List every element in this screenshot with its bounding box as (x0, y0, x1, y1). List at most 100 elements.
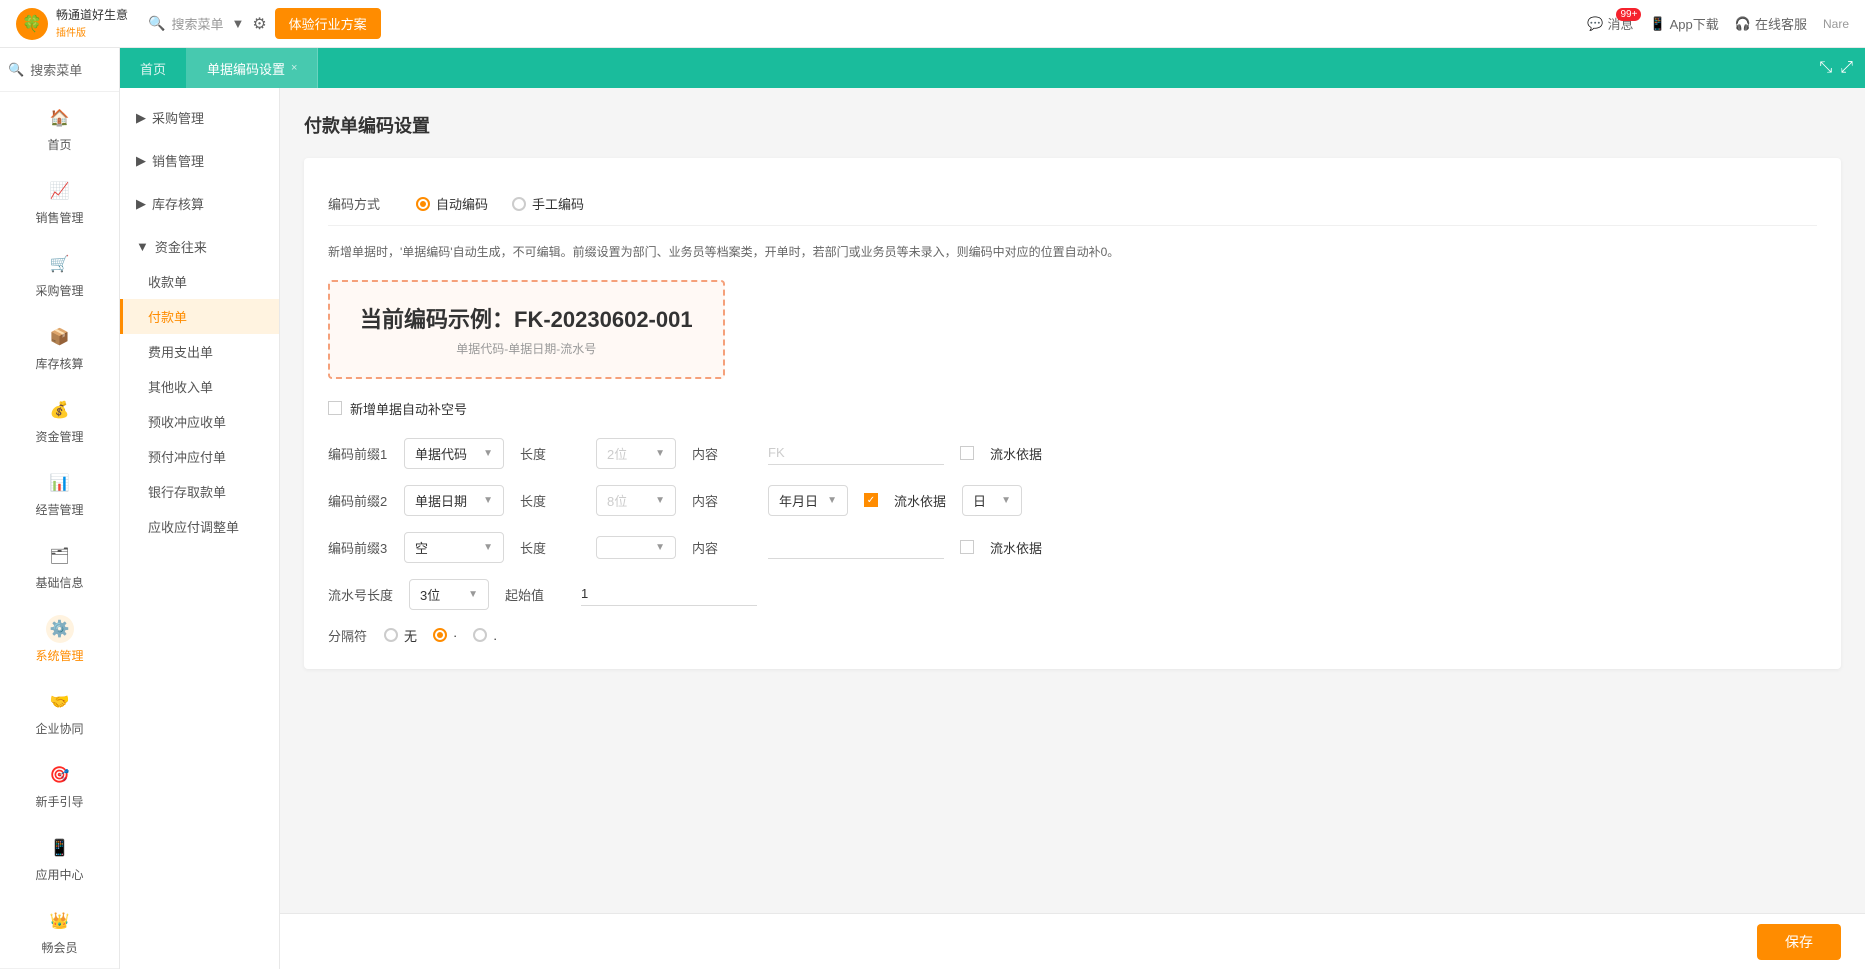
separator-label: 分隔符 (328, 626, 368, 645)
group-inventory-title[interactable]: ▶ 库存核算 (120, 186, 279, 221)
prefix2-unit-chevron: ▼ (1001, 495, 1011, 506)
sidebar-purchase-label: 采购管理 (35, 282, 83, 299)
tab-maximize-btn[interactable]: ⤢ (1840, 59, 1853, 77)
group-purchase: ▶ 采购管理 (120, 96, 279, 139)
search-menu-label: 搜索菜单 (171, 14, 223, 33)
prefix3-serial-check[interactable] (960, 540, 974, 554)
sidebar-item-base[interactable]: 🗂 基础信息 (0, 530, 119, 603)
online-service-btn[interactable]: 🎧 在线客服 (1735, 14, 1807, 33)
sales-icon: 📈 (46, 177, 74, 205)
prefix2-serial-unit-select[interactable]: 日 ▼ (962, 485, 1022, 516)
save-button[interactable]: 保存 (1757, 924, 1841, 960)
sub-item-prepay-payment[interactable]: 预付冲应付单 (120, 439, 279, 474)
tab-close-btn[interactable]: × (291, 62, 297, 74)
prefix3-select[interactable]: 空 ▼ (404, 532, 504, 563)
tab-restore-btn[interactable]: ⤡ (1819, 59, 1832, 77)
sidebar-item-member[interactable]: 👑 畅会员 (0, 895, 119, 968)
tab-setting[interactable]: 单据编码设置 × (187, 48, 318, 88)
sidebar-item-guide[interactable]: 🎯 新手引导 (0, 749, 119, 822)
prefix2-serial-check[interactable]: ✓ (864, 493, 878, 507)
prefix3-value: 空 (415, 538, 428, 557)
serial-length-select[interactable]: 3位 ▼ (409, 579, 489, 610)
serial-length-value: 3位 (420, 585, 440, 604)
prefix2-value: 单据日期 (415, 491, 467, 510)
user-name[interactable]: Nare (1823, 17, 1849, 31)
sub-item-payment[interactable]: 付款单 (120, 299, 279, 334)
sub-item-bank-deposit[interactable]: 银行存取款单 (120, 474, 279, 509)
sidebar-base-label: 基础信息 (35, 574, 83, 591)
group-inventory-label: 库存核算 (152, 194, 204, 213)
auto-encoding-option[interactable]: 自动编码 (416, 194, 488, 213)
main-area: 首页 单据编码设置 × ⤡ ⤢ ▶ 采购管理 (120, 48, 1865, 969)
prefix3-length-select[interactable]: ▼ (596, 536, 676, 559)
sub-item-payment-label: 付款单 (148, 310, 187, 325)
prefix1-serial-check[interactable] (960, 446, 974, 460)
tab-right-actions: ⤡ ⤢ (1819, 59, 1865, 77)
member-icon: 👑 (46, 907, 74, 935)
sub-item-expense-label: 费用支出单 (148, 345, 213, 360)
sidebar-item-home[interactable]: 🏠 首页 (0, 92, 119, 165)
sidebar-item-operations[interactable]: 📊 经营管理 (0, 457, 119, 530)
encoding-type-row: 编码方式 自动编码 手工编码 (328, 182, 1817, 226)
separator-dash-option[interactable]: . (473, 626, 497, 645)
group-sales-title[interactable]: ▶ 销售管理 (120, 143, 279, 178)
encoding-type-label: 编码方式 (328, 194, 380, 213)
sub-item-other-income[interactable]: 其他收入单 (120, 369, 279, 404)
topbar-dropdown[interactable]: ▼ (231, 16, 244, 31)
manual-encoding-option[interactable]: 手工编码 (512, 194, 584, 213)
prefix1-length-select[interactable]: 2位 ▼ (596, 438, 676, 469)
separator-none-radio[interactable] (384, 628, 398, 642)
prefix2-select[interactable]: 单据日期 ▼ (404, 485, 504, 516)
sub-item-expense[interactable]: 费用支出单 (120, 334, 279, 369)
group-finance-title[interactable]: ▼ 资金往来 (120, 229, 279, 264)
separator-none-option[interactable]: 无 (384, 626, 417, 645)
prefix2-serial-unit-value: 日 (973, 491, 986, 510)
prefix2-row: 编码前缀2 单据日期 ▼ 长度 8位 ▼ 内容 (328, 485, 1817, 516)
prefix3-label: 编码前缀3 (328, 538, 388, 557)
prefix1-length-label: 长度 (520, 444, 580, 463)
sidebar-search[interactable]: 🔍 搜索菜单 (0, 48, 119, 92)
sidebar-sales-label: 销售管理 (35, 209, 83, 226)
sidebar-item-sales[interactable]: 📈 销售管理 (0, 165, 119, 238)
info-text: 新增单据时，'单据编码'自动生成，不可编辑。前缀设置为部门、业务员等档案类，开单… (328, 242, 1817, 264)
sub-item-receipt[interactable]: 收款单 (120, 264, 279, 299)
sidebar-item-system[interactable]: ⚙️ 系统管理 (0, 603, 119, 676)
sidebar-item-purchase[interactable]: 🛒 采购管理 (0, 238, 119, 311)
sub-item-ap-adjust[interactable]: 应收应付调整单 (120, 509, 279, 544)
sidebar-item-apps[interactable]: 📱 应用中心 (0, 822, 119, 895)
prefix2-chevron: ▼ (483, 495, 493, 506)
manual-encoding-radio[interactable] (512, 197, 526, 211)
online-service-label: 在线客服 (1755, 14, 1807, 33)
prefix1-select[interactable]: 单据代码 ▼ (404, 438, 504, 469)
prefix2-length-select[interactable]: 8位 ▼ (596, 485, 676, 516)
prefix1-content-input[interactable] (768, 441, 944, 465)
separator-dash-radio[interactable] (473, 628, 487, 642)
app-download-btn[interactable]: 📱 App下载 (1649, 14, 1718, 33)
prefix2-content-select[interactable]: 年月日 ▼ (768, 485, 848, 516)
home-icon: 🏠 (46, 104, 74, 132)
app-icon: 📱 (1649, 16, 1665, 32)
sidebar-item-finance[interactable]: 💰 资金管理 (0, 384, 119, 457)
tab-home[interactable]: 首页 (120, 48, 187, 88)
search-area[interactable]: 🔍 搜索菜单 (148, 14, 223, 33)
auto-fill-checkbox[interactable] (328, 401, 342, 415)
prefix3-chevron: ▼ (483, 542, 493, 553)
message-btn[interactable]: 💬 消息 99+ (1587, 14, 1633, 33)
sidebar-item-enterprise[interactable]: 🤝 企业协同 (0, 676, 119, 749)
separator-dot-option[interactable]: · (433, 626, 457, 645)
group-inventory-arrow: ▶ (136, 196, 146, 212)
separator-dot-radio[interactable] (433, 628, 447, 642)
prefix1-length-value: 2位 (607, 444, 627, 463)
topbar-btn-group: ▼ ⚙ 体验行业方案 (231, 8, 380, 39)
topbar-settings-icon[interactable]: ⚙ (252, 14, 266, 34)
group-purchase-title[interactable]: ▶ 采购管理 (120, 100, 279, 135)
sidebar-item-inventory[interactable]: 📦 库存核算 (0, 311, 119, 384)
industry-btn[interactable]: 体验行业方案 (275, 8, 381, 39)
sub-item-prepay-receivable[interactable]: 预收冲应收单 (120, 404, 279, 439)
prefix3-content-input[interactable] (768, 535, 944, 559)
start-value-input[interactable] (581, 582, 757, 606)
logo-sub-text: 插件版 (56, 24, 128, 39)
logo-app-name: 畅通道好生意 (56, 8, 128, 24)
auto-encoding-radio[interactable] (416, 197, 430, 211)
sidebar-home-label: 首页 (47, 136, 71, 153)
